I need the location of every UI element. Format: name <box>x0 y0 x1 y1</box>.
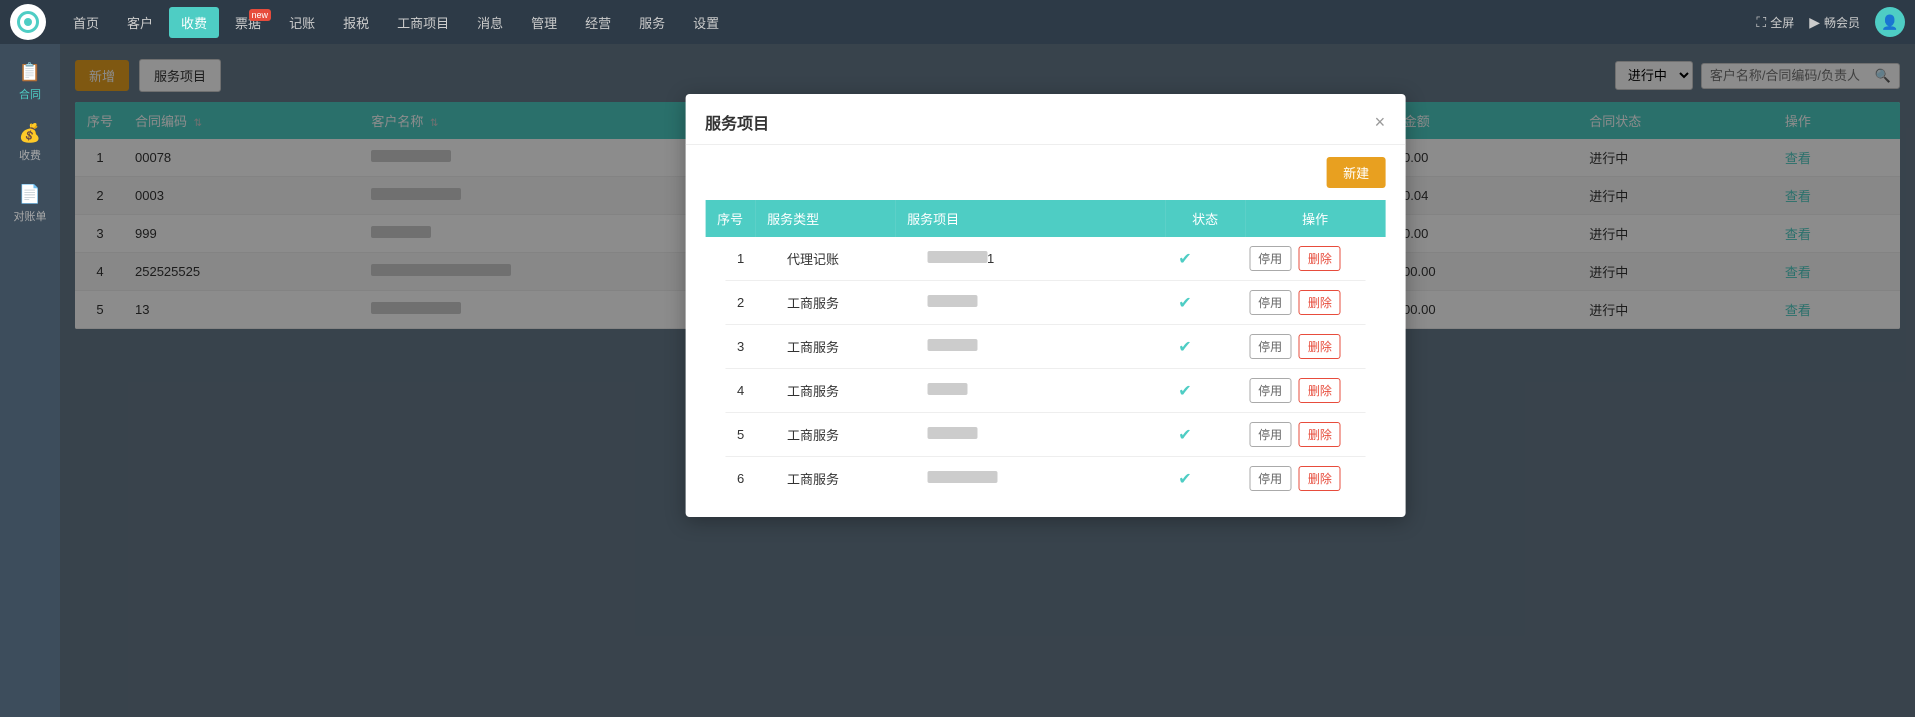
nav-accounting[interactable]: 记账 <box>277 7 327 38</box>
stop-button[interactable]: 停用 <box>1249 378 1291 403</box>
cell-item <box>915 457 1145 498</box>
cell-type: 工商服务 <box>775 457 915 498</box>
modal-col-action: 操作 <box>1245 200 1385 237</box>
cell-item <box>915 413 1145 457</box>
main-content: 新增 服务项目 进行中 已完成 全部 🔍 序号 合 <box>60 44 1915 717</box>
avatar[interactable]: 👤 <box>1875 7 1905 37</box>
stop-button[interactable]: 停用 <box>1249 290 1291 315</box>
logo <box>10 4 46 40</box>
modal-table: 序号 服务类型 服务项目 状态 操作 <box>705 200 1385 237</box>
modal-table-row: 5 工商服务 ✔ 停用 删除 <box>725 413 1365 457</box>
cell-type: 代理记账 <box>775 237 915 281</box>
cell-item: 1 <box>915 237 1145 281</box>
delete-button[interactable]: 删除 <box>1299 246 1341 271</box>
modal-col-item: 服务项目 <box>895 200 1165 237</box>
cell-actions: 停用 删除 <box>1225 457 1365 498</box>
modal-col-seq: 序号 <box>705 200 755 237</box>
cell-actions: 停用 删除 <box>1225 325 1365 369</box>
sidebar-item-contract[interactable]: 📋 合同 <box>4 54 56 110</box>
cell-status-check: ✔ <box>1145 237 1225 281</box>
modal-data-table: 1 代理记账 1 ✔ 停用 删除 2 工商服务 <box>725 237 1365 497</box>
nav-settings[interactable]: 设置 <box>681 7 731 38</box>
cell-status-check: ✔ <box>1145 457 1225 498</box>
nav-operation[interactable]: 经营 <box>573 7 623 38</box>
cell-type: 工商服务 <box>775 281 915 325</box>
nav-fee[interactable]: 收费 <box>169 7 219 38</box>
cell-actions: 停用 删除 <box>1225 281 1365 325</box>
stop-button[interactable]: 停用 <box>1249 246 1291 271</box>
stop-button[interactable]: 停用 <box>1249 466 1291 491</box>
stop-button[interactable]: 停用 <box>1249 334 1291 359</box>
cell-actions: 停用 删除 <box>1225 369 1365 413</box>
cell-status-check: ✔ <box>1145 325 1225 369</box>
cell-actions: 停用 删除 <box>1225 237 1365 281</box>
nav-customer[interactable]: 客户 <box>115 7 165 38</box>
delete-button[interactable]: 删除 <box>1299 290 1341 315</box>
cell-item <box>915 325 1145 369</box>
new-badge: new <box>249 9 272 21</box>
modal-toolbar: 新建 <box>685 145 1405 200</box>
nav-home[interactable]: 首页 <box>61 7 111 38</box>
modal-header: 服务项目 × <box>685 94 1405 145</box>
modal-close-button[interactable]: × <box>1375 112 1386 133</box>
modal-table-row: 4 工商服务 ✔ 停用 删除 <box>725 369 1365 413</box>
nav-right: ⛶ 全屏 ▶ 畅会员 👤 <box>1756 7 1905 37</box>
cell-type: 工商服务 <box>775 369 915 413</box>
video-icon: ▶ <box>1809 14 1820 31</box>
cell-status-check: ✔ <box>1145 281 1225 325</box>
nav-tax[interactable]: 报税 <box>331 7 381 38</box>
main-layout: 📋 合同 💰 收费 📄 对账单 新增 服务项目 进行中 已完成 全部 <box>0 44 1915 717</box>
modal-col-status: 状态 <box>1165 200 1245 237</box>
nav-service[interactable]: 服务 <box>627 7 677 38</box>
delete-button[interactable]: 删除 <box>1299 422 1341 447</box>
cell-item <box>915 281 1145 325</box>
fee-icon: 💰 <box>19 123 41 144</box>
nav-manage[interactable]: 管理 <box>519 7 569 38</box>
top-nav: 首页 客户 收费 票据 new 记账 报税 工商项目 消息 管理 经营 服务 设… <box>0 0 1915 44</box>
service-modal: 服务项目 × 新建 序号 服务类型 服务项目 状态 操作 <box>685 94 1405 517</box>
nav-message[interactable]: 消息 <box>465 7 515 38</box>
delete-button[interactable]: 删除 <box>1299 378 1341 403</box>
sidebar-item-statement[interactable]: 📄 对账单 <box>4 176 56 232</box>
sidebar: 📋 合同 💰 收费 📄 对账单 <box>0 44 60 717</box>
modal-scroll-area[interactable]: 1 代理记账 1 ✔ 停用 删除 2 工商服务 <box>705 237 1385 497</box>
nav-invoice[interactable]: 票据 new <box>223 7 273 38</box>
cell-status-check: ✔ <box>1145 369 1225 413</box>
fullscreen-icon: ⛶ <box>1756 14 1766 31</box>
fullscreen-button[interactable]: ⛶ 全屏 <box>1756 14 1794 31</box>
cell-status-check: ✔ <box>1145 413 1225 457</box>
delete-button[interactable]: 删除 <box>1299 466 1341 491</box>
modal-new-button[interactable]: 新建 <box>1327 157 1385 188</box>
avatar-icon: 👤 <box>1881 14 1898 31</box>
modal-table-row: 1 代理记账 1 ✔ 停用 删除 <box>725 237 1365 281</box>
modal-table-row: 2 工商服务 ✔ 停用 删除 <box>725 281 1365 325</box>
cell-item <box>915 369 1145 413</box>
cell-type: 工商服务 <box>775 413 915 457</box>
modal-col-type: 服务类型 <box>755 200 895 237</box>
nav-items: 首页 客户 收费 票据 new 记账 报税 工商项目 消息 管理 经营 服务 设… <box>61 7 1756 38</box>
cell-type: 工商服务 <box>775 325 915 369</box>
cell-actions: 停用 删除 <box>1225 413 1365 457</box>
stop-button[interactable]: 停用 <box>1249 422 1291 447</box>
delete-button[interactable]: 删除 <box>1299 334 1341 359</box>
modal-title: 服务项目 <box>705 110 769 134</box>
contract-icon: 📋 <box>19 62 41 83</box>
statement-icon: 📄 <box>19 184 41 205</box>
modal-table-row: 6 工商服务 ✔ 停用 删除 <box>725 457 1365 498</box>
nav-business[interactable]: 工商项目 <box>385 7 461 38</box>
modal-table-row: 3 工商服务 ✔ 停用 删除 <box>725 325 1365 369</box>
sidebar-item-fee[interactable]: 💰 收费 <box>4 115 56 171</box>
member-button[interactable]: ▶ 畅会员 <box>1809 14 1860 31</box>
